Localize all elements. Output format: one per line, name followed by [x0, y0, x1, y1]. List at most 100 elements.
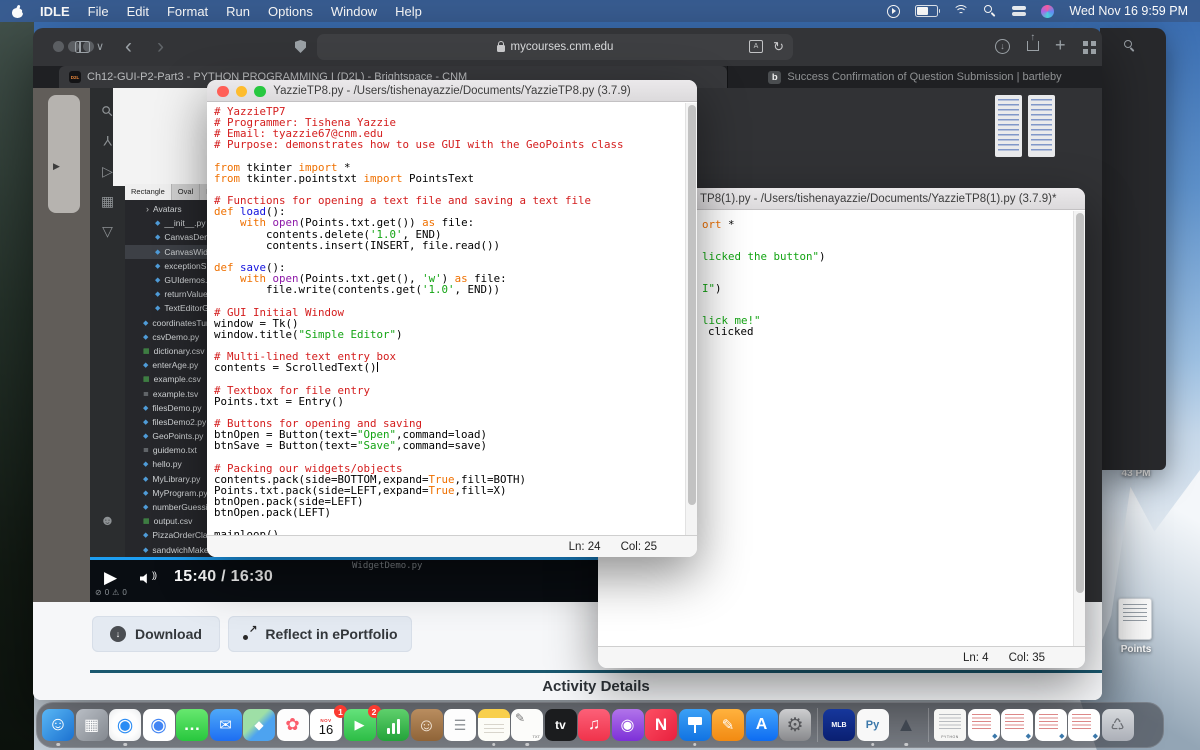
minimized-window-icon[interactable] — [967, 709, 1000, 741]
share-icon[interactable] — [1027, 32, 1039, 51]
launchpad-icon[interactable]: ▦ — [75, 709, 108, 741]
minimized-window-icon[interactable] — [1068, 709, 1100, 741]
account-icon[interactable]: ☻ — [100, 513, 115, 527]
volume-icon[interactable] — [140, 573, 147, 584]
calendar-icon[interactable]: NOV 16 1 — [310, 705, 347, 741]
menu-item-window[interactable]: Window — [331, 4, 377, 19]
mail-icon[interactable]: ✉ — [209, 709, 242, 741]
csv-icon: ▦ — [143, 518, 150, 526]
news-icon[interactable]: N — [645, 709, 677, 741]
dock-divider — [927, 708, 929, 742]
chrome-icon[interactable]: ◉ — [142, 709, 175, 741]
zoom-button[interactable] — [254, 85, 266, 97]
forward-icon[interactable]: › — [157, 28, 164, 66]
contacts-icon[interactable]: ☺ — [410, 709, 443, 741]
editor-tab-rectangle[interactable]: Rectangle — [125, 184, 172, 200]
menu-item-run[interactable]: Run — [226, 4, 250, 19]
close-button[interactable] — [53, 41, 64, 52]
photos-icon[interactable]: ✿ — [276, 709, 309, 741]
menubar-clock[interactable]: Wed Nov 16 9:59 PM — [1069, 4, 1188, 18]
menu-item-edit[interactable]: Edit — [127, 4, 149, 19]
py-icon: ◆ — [155, 234, 161, 242]
tab-overview-icon[interactable] — [1083, 41, 1096, 54]
messages-icon[interactable]: … — [176, 709, 208, 741]
browser-toolbar: ∨ ‹ › mycourses.cnm.edu A ↻ ↓ + — [33, 28, 1102, 66]
active-app-name[interactable]: IDLE — [40, 4, 70, 19]
keynote-icon[interactable] — [678, 709, 711, 746]
python-launcher-icon[interactable]: ▲ — [890, 709, 922, 746]
scrollbar[interactable] — [685, 103, 697, 535]
py-icon: ◆ — [155, 262, 161, 270]
idle-icon[interactable]: Py — [856, 709, 889, 746]
download-button[interactable]: ↓ Download — [92, 616, 220, 652]
reload-icon[interactable]: ↻ — [773, 39, 784, 55]
system-settings-icon[interactable]: ⚙ — [779, 709, 811, 741]
menu-item-options[interactable]: Options — [268, 4, 313, 19]
numbers-icon[interactable] — [377, 709, 409, 741]
editor-tab-oval[interactable]: Oval — [172, 184, 201, 200]
translate-icon[interactable]: A — [749, 40, 763, 53]
scrollbar[interactable] — [1073, 211, 1085, 646]
collapsed-panel-handle[interactable]: ▶ — [48, 95, 80, 213]
new-tab-icon[interactable]: + — [1055, 35, 1066, 56]
d2l-tab-icon: D2L — [69, 71, 81, 83]
sidebar-icon[interactable] — [75, 41, 90, 53]
back-icon[interactable]: ‹ — [125, 28, 132, 66]
source-control-icon[interactable]: Y — [103, 133, 112, 149]
testing-icon[interactable]: ▽ — [102, 224, 113, 238]
spotlight-icon[interactable] — [984, 4, 997, 18]
siri-icon[interactable] — [1041, 4, 1055, 18]
scrollbar-thumb[interactable] — [1075, 213, 1084, 593]
dock: ☺ ▦ ◉ ◉… ✉ ◆ ✿ NOV 16 1 ▶ 2 ☺ ☰ ✎ TXT tv ♫ ◉ N ✎ A ⚙ MLB Py ▲ PYTH… — [36, 702, 1164, 748]
menu-item-help[interactable]: Help — [395, 4, 422, 19]
reflect-in-eportfolio-button[interactable]: Reflect in ePortfolio — [228, 616, 412, 652]
video-progress-bar[interactable] — [90, 557, 598, 560]
textedit-icon[interactable]: ✎ TXT — [511, 709, 543, 746]
py-icon: ◆ — [143, 362, 149, 370]
extensions-icon[interactable]: ▦ — [101, 194, 114, 208]
battery-icon[interactable] — [915, 5, 941, 17]
menu-item-file[interactable]: File — [88, 4, 109, 19]
notes-icon[interactable] — [477, 709, 510, 746]
trash-icon[interactable]: ♺ — [1101, 709, 1134, 741]
podcasts-icon[interactable]: ◉ — [611, 709, 644, 741]
background-browser-window[interactable] — [1100, 28, 1166, 470]
minimized-window-icon[interactable] — [1001, 709, 1033, 741]
facetime-icon[interactable]: ▶ 2 — [343, 705, 381, 741]
address-bar[interactable]: mycourses.cnm.edu A ↻ — [317, 34, 793, 60]
minimized-window-icon[interactable] — [1034, 709, 1067, 741]
app-store-icon[interactable]: A — [745, 709, 778, 741]
python-doc-icon[interactable]: PYTHON — [934, 709, 966, 741]
idle-window-front[interactable]: YazzieTP8.py - /Users/tishenayazzie/Docu… — [207, 80, 697, 557]
play-icon[interactable]: ▶ — [104, 568, 117, 588]
chevron-down-icon[interactable]: ∨ — [96, 40, 104, 53]
run-debug-icon[interactable]: ▷ — [102, 164, 113, 178]
maps-icon[interactable]: ◆ — [243, 709, 275, 741]
file-name: filesDemo.py — [152, 402, 202, 413]
close-button[interactable] — [217, 85, 229, 97]
apple-tv-icon[interactable]: tv — [544, 709, 577, 741]
apple-menu-icon[interactable] — [12, 4, 27, 18]
video-controls: ▶ )) 15:40 / 16:30 WidgetDemo.py ⊘ 0 ⚠ 0 — [90, 557, 598, 602]
wifi-icon[interactable] — [953, 5, 970, 17]
scrollbar-thumb[interactable] — [687, 105, 696, 505]
safari-icon[interactable]: ◉ — [109, 709, 141, 746]
downloads-icon[interactable]: ↓ — [995, 39, 1010, 54]
control-center-icon[interactable] — [1012, 6, 1027, 16]
pages-icon[interactable]: ✎ — [712, 709, 744, 741]
desktop-file-label[interactable]: Points — [1104, 644, 1168, 656]
music-icon[interactable]: ♫ — [578, 709, 610, 741]
finder-icon[interactable]: ☺ — [42, 709, 74, 746]
desktop-file-icon[interactable] — [1118, 598, 1152, 640]
screen-mirroring-icon[interactable] — [887, 4, 901, 18]
mlb-icon[interactable]: MLB — [823, 709, 855, 741]
menu-item-format[interactable]: Format — [167, 4, 208, 19]
privacy-shield-icon[interactable] — [295, 40, 306, 53]
code-area[interactable]: # YazzieTP7 # Programmer: Tishena Yazzie #… — [207, 103, 686, 535]
file-name: Avatars — [153, 204, 182, 215]
page-gutter: ▶ — [33, 88, 90, 602]
minimize-button[interactable] — [235, 85, 247, 97]
vscode-status-counts: ⊘ 0 ⚠ 0 — [95, 588, 127, 597]
browser-tab[interactable]: b Success Confirmation of Question Submis… — [727, 66, 1102, 88]
reminders-icon[interactable]: ☰ — [444, 709, 476, 741]
